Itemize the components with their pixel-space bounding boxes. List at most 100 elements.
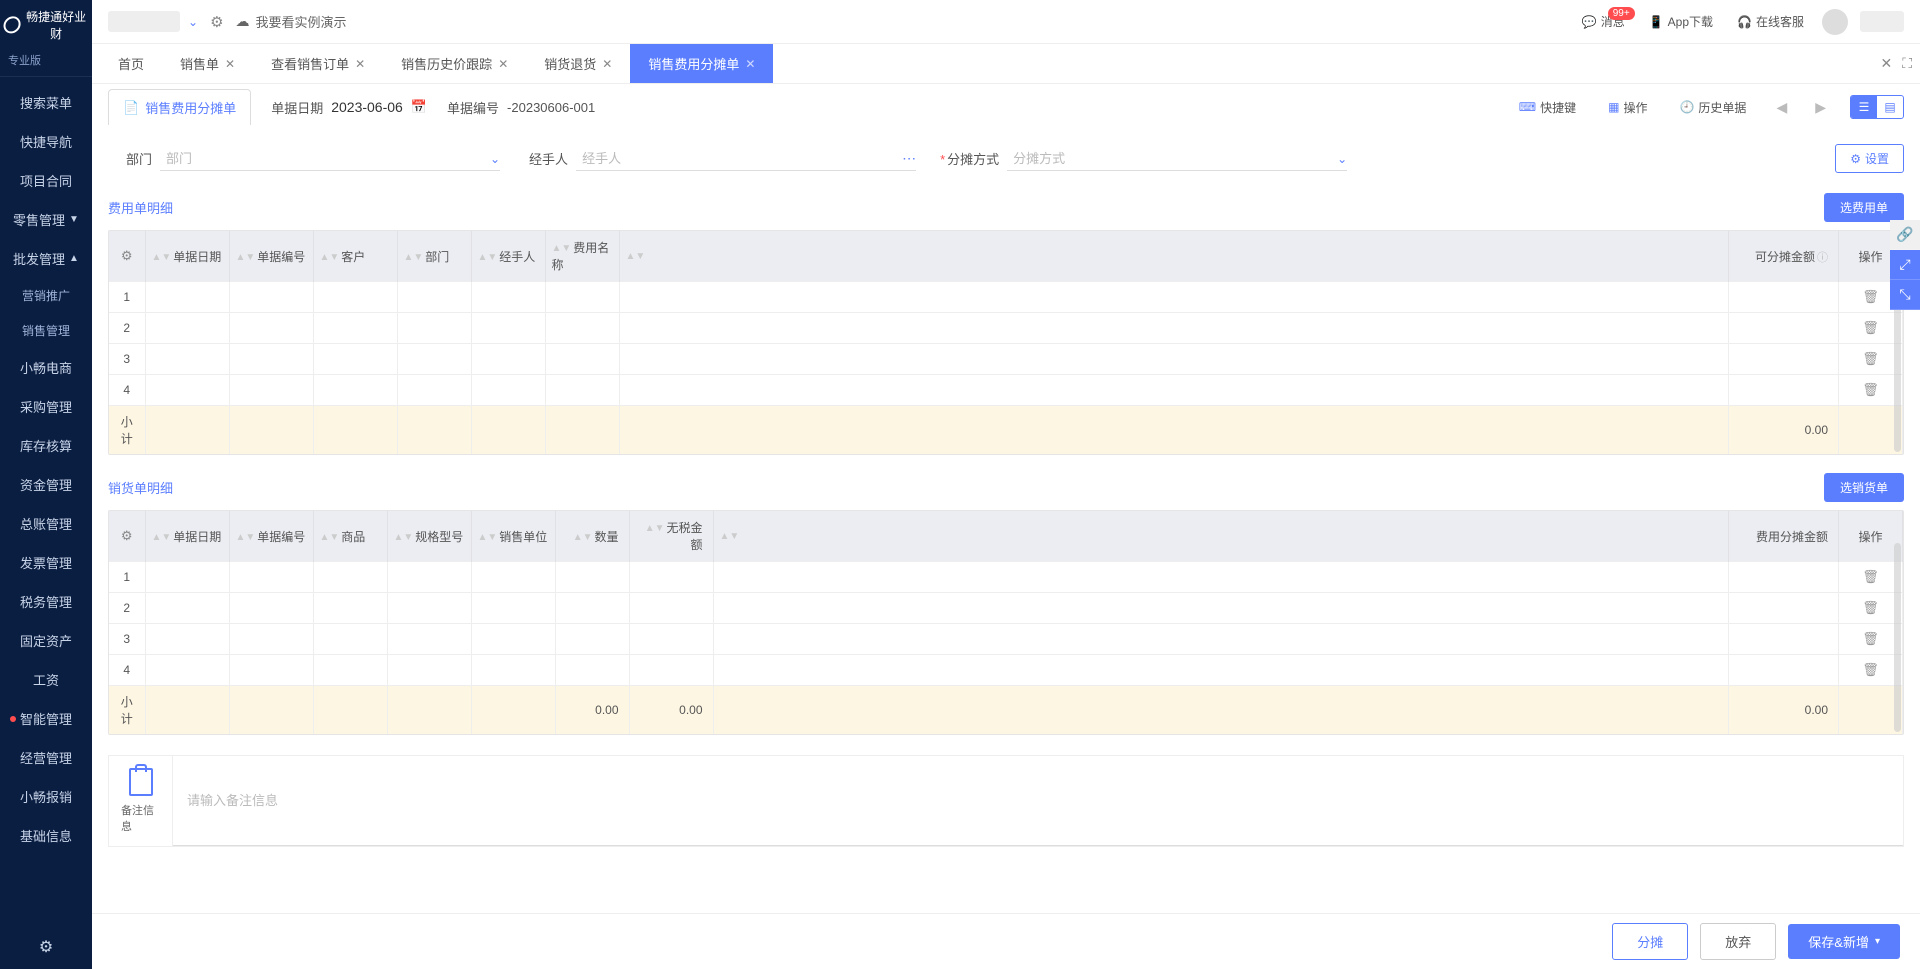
delete-icon[interactable]: 🗑 bbox=[1862, 600, 1879, 615]
col-expense-name[interactable]: ▲▼费用名称 bbox=[545, 231, 619, 282]
col-product[interactable]: ▲▼商品 bbox=[313, 511, 387, 562]
select-expense-button[interactable]: 选费用单 bbox=[1824, 193, 1904, 222]
org-settings-button[interactable]: ⚙ bbox=[210, 13, 223, 31]
col-customer[interactable]: ▲▼客户 bbox=[313, 231, 397, 282]
sidebar-item-salary[interactable]: 工资 bbox=[0, 660, 92, 699]
sidebar-item-search[interactable]: 搜索菜单 bbox=[0, 83, 92, 122]
sidebar-item-quicknav[interactable]: 快捷导航 bbox=[0, 122, 92, 161]
col-unit[interactable]: ▲▼销售单位 bbox=[471, 511, 555, 562]
delete-icon[interactable]: 🗑 bbox=[1862, 382, 1879, 397]
delete-icon[interactable]: 🗑 bbox=[1862, 289, 1879, 304]
close-all-tabs-button[interactable]: ✕ bbox=[1880, 55, 1892, 72]
col-gear[interactable]: ⚙ bbox=[109, 231, 145, 282]
sidebar-item-inventory[interactable]: 库存核算 bbox=[0, 426, 92, 465]
sidebar-item-sales[interactable]: 销售管理 bbox=[0, 313, 92, 348]
scrollbar[interactable] bbox=[1894, 543, 1901, 732]
table-row[interactable]: 3🗑 bbox=[109, 624, 1903, 655]
app-download-button[interactable]: 📱 App下载 bbox=[1643, 13, 1719, 30]
sidebar-item-business[interactable]: 经营管理 bbox=[0, 738, 92, 777]
sidebar-item-marketing[interactable]: 营销推广 bbox=[0, 278, 92, 313]
col-notax[interactable]: ▲▼无税金额 bbox=[629, 511, 713, 562]
tab-cost-allocation[interactable]: 销售费用分摊单✕ bbox=[630, 44, 773, 83]
tab-sales-return[interactable]: 销货退货✕ bbox=[526, 44, 630, 83]
sidebar-item-retail[interactable]: 零售管理▼ bbox=[0, 200, 92, 239]
close-icon[interactable]: ✕ bbox=[602, 57, 612, 71]
select-sales-button[interactable]: 选销货单 bbox=[1824, 473, 1904, 502]
table-row[interactable]: 4🗑 bbox=[109, 655, 1903, 686]
method-input[interactable] bbox=[1007, 147, 1347, 171]
table-row[interactable]: 1🗑 bbox=[109, 282, 1903, 313]
user-name[interactable] bbox=[1860, 11, 1904, 32]
delete-icon[interactable]: 🗑 bbox=[1862, 351, 1879, 366]
table-row[interactable]: 4🗑 bbox=[109, 375, 1903, 406]
collapse-button[interactable]: ⤡ bbox=[1890, 280, 1920, 310]
delete-icon[interactable]: 🗑 bbox=[1862, 320, 1879, 335]
col-dept[interactable]: ▲▼部门 bbox=[397, 231, 471, 282]
attachment-button[interactable]: 🔗 bbox=[1890, 220, 1920, 250]
col-date[interactable]: ▲▼单据日期 bbox=[145, 511, 229, 562]
tab-view-sales-order[interactable]: 查看销售订单✕ bbox=[253, 44, 383, 83]
sidebar-item-project[interactable]: 项目合同 bbox=[0, 161, 92, 200]
delete-icon[interactable]: 🗑 bbox=[1862, 662, 1879, 677]
sidebar-item-ecommerce[interactable]: 小畅电商 bbox=[0, 348, 92, 387]
col-gear[interactable]: ⚙ bbox=[109, 511, 145, 562]
sidebar-item-ledger[interactable]: 总账管理 bbox=[0, 504, 92, 543]
tab-price-history[interactable]: 销售历史价跟踪✕ bbox=[383, 44, 526, 83]
table-row[interactable]: 2🗑 bbox=[109, 313, 1903, 344]
demo-link[interactable]: ☁ 我要看实例演示 bbox=[236, 12, 347, 31]
allocate-button[interactable]: 分摊 bbox=[1612, 923, 1688, 960]
customer-service-button[interactable]: 🎧 在线客服 bbox=[1731, 13, 1810, 30]
col-no[interactable]: ▲▼单据编号 bbox=[229, 511, 313, 562]
history-icon: 🕘 bbox=[1679, 100, 1694, 114]
sidebar-item-baseinfo[interactable]: 基础信息 bbox=[0, 816, 92, 855]
col-allocatable[interactable]: 可分摊金额ⓘ bbox=[1729, 231, 1839, 282]
sidebar-item-smart[interactable]: 智能管理 bbox=[0, 699, 92, 738]
col-no[interactable]: ▲▼单据编号 bbox=[229, 231, 313, 282]
table-row[interactable]: 2🗑 bbox=[109, 593, 1903, 624]
org-selector[interactable]: ⌄ bbox=[108, 11, 198, 32]
tab-sales-order[interactable]: 销售单✕ bbox=[162, 44, 253, 83]
discard-button[interactable]: 放弃 bbox=[1700, 923, 1776, 960]
col-spec[interactable]: ▲▼规格型号 bbox=[387, 511, 471, 562]
handler-input[interactable] bbox=[576, 147, 916, 171]
sidebar-settings-button[interactable]: ⚙ bbox=[0, 925, 92, 969]
history-button[interactable]: 🕘历史单据 bbox=[1673, 99, 1752, 116]
close-icon[interactable]: ✕ bbox=[225, 57, 235, 71]
close-icon[interactable]: ✕ bbox=[745, 57, 755, 71]
sidebar-item-invoice[interactable]: 发票管理 bbox=[0, 543, 92, 582]
messages-button[interactable]: 💬 消息 99+ bbox=[1576, 13, 1631, 30]
card-view-button[interactable]: ▤ bbox=[1877, 96, 1903, 118]
save-and-new-button[interactable]: 保存&新增▾ bbox=[1788, 924, 1900, 959]
operations-button[interactable]: ▦操作 bbox=[1602, 99, 1653, 116]
table-row[interactable]: 3🗑 bbox=[109, 344, 1903, 375]
close-icon[interactable]: ✕ bbox=[355, 57, 365, 71]
dept-input[interactable] bbox=[160, 147, 500, 171]
sidebar-item-reimburse[interactable]: 小畅报销 bbox=[0, 777, 92, 816]
sidebar-item-funds[interactable]: 资金管理 bbox=[0, 465, 92, 504]
sidebar-item-purchase[interactable]: 采购管理 bbox=[0, 387, 92, 426]
table-row[interactable]: 1🗑 bbox=[109, 562, 1903, 593]
col-handler[interactable]: ▲▼经手人 bbox=[471, 231, 545, 282]
tab-home[interactable]: 首页 bbox=[100, 44, 162, 83]
shortcut-button[interactable]: ⌨快捷键 bbox=[1513, 99, 1582, 116]
settings-button[interactable]: ⚙设置 bbox=[1835, 144, 1904, 173]
sidebar-item-wholesale[interactable]: 批发管理▲ bbox=[0, 239, 92, 278]
next-doc-button[interactable]: ▶ bbox=[1811, 99, 1830, 116]
col-date[interactable]: ▲▼单据日期 bbox=[145, 231, 229, 282]
date-value[interactable]: 2023-06-06 bbox=[331, 99, 403, 115]
prev-doc-button[interactable]: ◀ bbox=[1772, 99, 1791, 116]
col-qty[interactable]: ▲▼数量 bbox=[555, 511, 629, 562]
fullscreen-button[interactable]: ⛶ bbox=[1902, 55, 1912, 72]
delete-icon[interactable]: 🗑 bbox=[1862, 631, 1879, 646]
remarks-input[interactable] bbox=[173, 756, 1903, 846]
calendar-icon[interactable]: 📅 bbox=[411, 99, 427, 115]
avatar[interactable] bbox=[1822, 9, 1848, 35]
close-icon[interactable]: ✕ bbox=[498, 57, 508, 71]
list-view-button[interactable]: ☰ bbox=[1851, 96, 1877, 118]
delete-icon[interactable]: 🗑 bbox=[1862, 569, 1879, 584]
col-alloc[interactable]: 费用分摊金额 bbox=[1729, 511, 1839, 562]
expand-button[interactable]: ⤢ bbox=[1890, 250, 1920, 280]
sidebar-item-assets[interactable]: 固定资产 bbox=[0, 621, 92, 660]
sidebar-item-tax[interactable]: 税务管理 bbox=[0, 582, 92, 621]
subtotal-qty: 0.00 bbox=[555, 686, 629, 735]
